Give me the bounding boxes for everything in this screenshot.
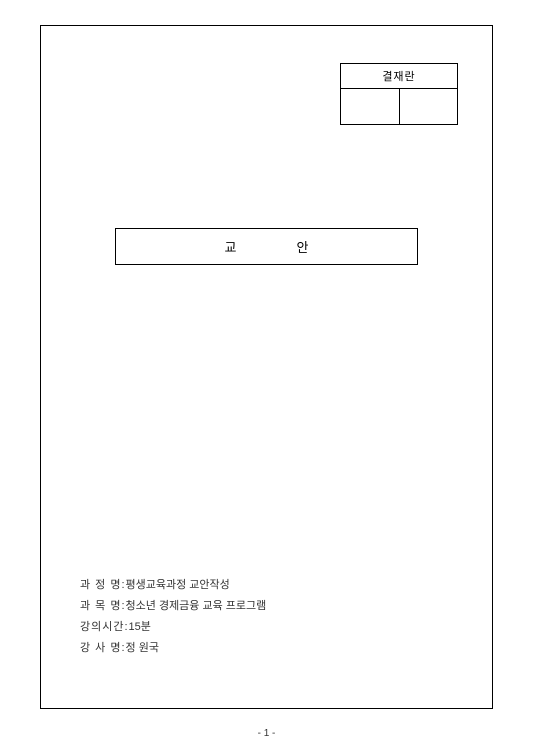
duration-label: 강의시간:: [80, 617, 129, 638]
approval-cells: [341, 89, 457, 124]
course-value: 평생교육과정 교안작성: [126, 575, 230, 596]
approval-box: 결재란: [340, 63, 458, 125]
instructor-value: 정 원국: [126, 638, 159, 659]
document-details: 과 정 명: 평생교육과정 교안작성 과 목 명: 청소년 경제금융 교육 프로…: [80, 575, 266, 659]
approval-cell-right: [400, 89, 458, 124]
instructor-label: 강 사 명:: [80, 638, 126, 659]
approval-cell-left: [341, 89, 400, 124]
page-number: - 1 -: [0, 728, 533, 739]
duration-row: 강의시간: 15분: [80, 617, 266, 638]
course-row: 과 정 명: 평생교육과정 교안작성: [80, 575, 266, 596]
course-label: 과 정 명:: [80, 575, 126, 596]
duration-value: 15분: [129, 617, 151, 638]
document-title: 교안: [115, 228, 418, 265]
subject-label: 과 목 명:: [80, 596, 126, 617]
approval-header: 결재란: [341, 64, 457, 89]
instructor-row: 강 사 명: 정 원국: [80, 638, 266, 659]
subject-row: 과 목 명: 청소년 경제금융 교육 프로그램: [80, 596, 266, 617]
subject-value: 청소년 경제금융 교육 프로그램: [126, 596, 267, 617]
